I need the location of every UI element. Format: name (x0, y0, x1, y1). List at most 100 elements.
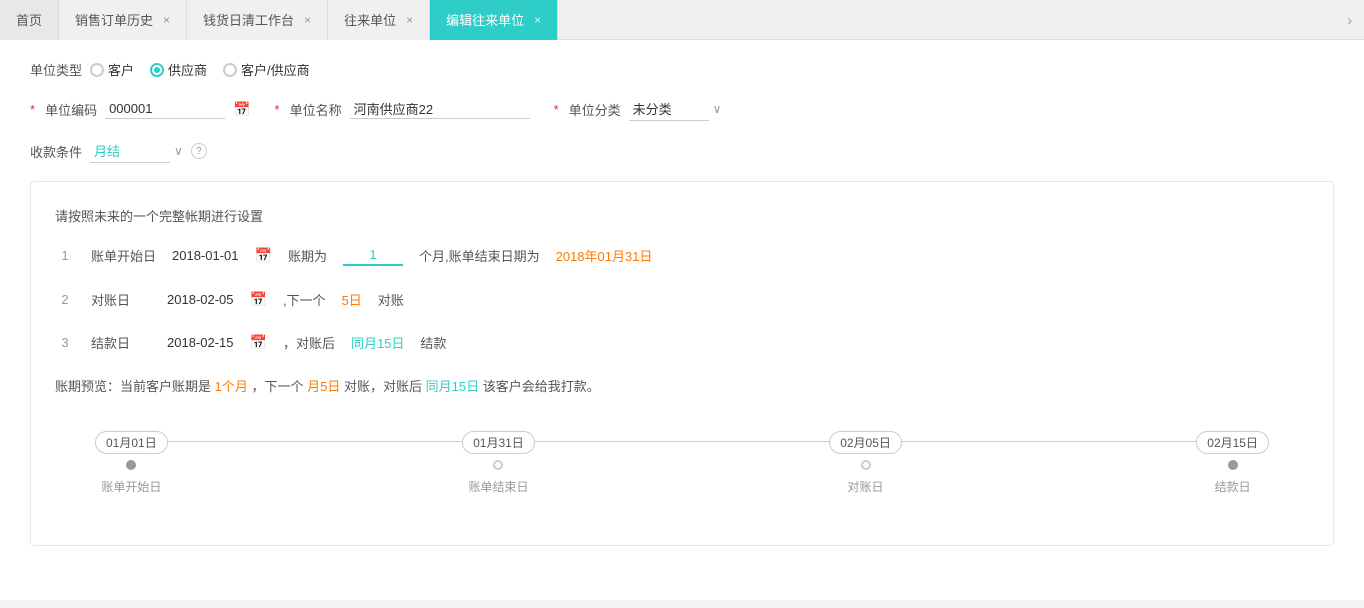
period-row-2: 2 对账日 2018-02-05 📅 ,下一个 5日 对账 (55, 290, 1309, 309)
unit-code-input[interactable] (105, 99, 225, 119)
card-instruction: 请按照未来的一个完整帐期进行设置 (55, 206, 1309, 225)
period-card: 请按照未来的一个完整帐期进行设置 1 账单开始日 2018-01-01 📅 账期… (30, 181, 1334, 546)
timeline-point-3: 02月05日 对账日 (829, 431, 902, 495)
timeline-dot-3 (861, 460, 871, 470)
required-star-cat: * (554, 102, 559, 117)
radio-customer[interactable]: 客户 (90, 60, 134, 79)
radio-group-unit-type: 客户 供应商 客户/供应商 (90, 60, 310, 79)
preview-prefix: 账期预览：当前客户账期是 (55, 379, 211, 394)
unit-name-group: * 单位名称 (275, 99, 530, 119)
tab-home[interactable]: 首页 (0, 0, 59, 40)
tab-cash-work[interactable]: 钱货日清工作台 × (187, 0, 328, 40)
timeline-dot-4 (1228, 460, 1238, 470)
timeline-point-4: 02月15日 结款日 (1196, 431, 1269, 495)
preview-highlight3: 同月15日 (426, 379, 479, 394)
period-num-3: 3 (55, 335, 75, 350)
unit-category-select[interactable]: 未分类 ∨ (629, 97, 722, 121)
radio-circle-supplier (150, 63, 164, 77)
timeline-badge-1: 01月01日 (95, 431, 168, 454)
tab-partners[interactable]: 往来单位 × (328, 0, 430, 40)
radio-circle-both (223, 63, 237, 77)
timeline-point-2: 01月31日 账单结束日 (462, 431, 535, 495)
preview-section: 账期预览：当前客户账期是 1个月 ，下一个 月5日 对账，对账后 同月15日 该… (55, 376, 1309, 395)
radio-label-customer: 客户 (108, 60, 134, 79)
calendar-icon-3[interactable]: 📅 (250, 334, 267, 351)
tab-edit-partner[interactable]: 编辑往来单位 × (430, 0, 558, 40)
help-icon[interactable]: ? (191, 143, 207, 159)
preview-mid2: 对账，对账后 (344, 379, 422, 394)
period-highlight-3: 同月15日 (351, 333, 404, 352)
chevron-down-icon: ∨ (713, 102, 722, 116)
main-content: 单位类型 客户 供应商 客户/供应商 * 单位编码 (0, 40, 1364, 600)
period-date-1: 2018-01-01 (172, 248, 239, 263)
period-label-1: 账单开始日 (91, 246, 156, 265)
unit-category-group: * 单位分类 未分类 ∨ (554, 97, 722, 121)
period-desc-2b: 对账 (378, 290, 404, 309)
tab-scroll-arrow[interactable]: › (1335, 0, 1364, 40)
period-desc-2a: ,下一个 (283, 290, 326, 309)
period-date-3: 2018-02-15 (167, 335, 234, 350)
radio-label-supplier: 供应商 (168, 60, 207, 79)
payment-terms-select[interactable]: 月结 ∨ (90, 139, 183, 163)
period-date-2: 2018-02-05 (167, 292, 234, 307)
calendar-icon-2[interactable]: 📅 (250, 291, 267, 308)
period-label-3: 结款日 (91, 333, 151, 352)
unit-code-group: * 单位编码 📅 (30, 99, 251, 119)
payment-terms-group: 收款条件 月结 ∨ ? (30, 139, 207, 163)
preview-highlight1: 1个月 (215, 379, 248, 394)
unit-code-label: 单位编码 (45, 100, 97, 119)
required-star-name: * (275, 102, 280, 117)
unit-category-label: 单位分类 (569, 100, 621, 119)
timeline: 01月01日 账单开始日 01月31日 账单结束日 02月05日 对账日 02月… (55, 411, 1309, 525)
period-desc-3a: ，对账后 (283, 333, 335, 352)
timeline-label-4: 结款日 (1215, 478, 1251, 495)
period-end-date: 2018年01月31日 (556, 246, 653, 265)
period-num-1: 1 (55, 248, 75, 263)
timeline-points: 01月01日 账单开始日 01月31日 账单结束日 02月05日 对账日 02月… (95, 431, 1269, 495)
unit-name-label: 单位名称 (290, 100, 342, 119)
period-desc-3b: 结款 (420, 333, 446, 352)
timeline-point-1: 01月01日 账单开始日 (95, 431, 168, 495)
period-num-2: 2 (55, 292, 75, 307)
unit-type-label: 单位类型 (30, 60, 82, 79)
close-tab-cash-work[interactable]: × (304, 13, 311, 27)
period-desc-1b: 个月,账单结束日期为 (419, 246, 540, 265)
payment-terms-value: 月结 (90, 139, 170, 163)
period-highlight-2: 5日 (342, 290, 362, 309)
payment-terms-row: 收款条件 月结 ∨ ? (30, 139, 1334, 163)
required-star-code: * (30, 102, 35, 117)
unit-type-row: 单位类型 客户 供应商 客户/供应商 (30, 60, 1334, 79)
chevron-down-icon-payment: ∨ (174, 144, 183, 158)
timeline-badge-4: 02月15日 (1196, 431, 1269, 454)
period-row-3: 3 结款日 2018-02-15 📅 ，对账后 同月15日 结款 (55, 333, 1309, 352)
timeline-label-3: 对账日 (848, 478, 884, 495)
payment-terms-label: 收款条件 (30, 142, 82, 161)
period-label-2: 对账日 (91, 290, 151, 309)
preview-suffix: 该客户会给我打款。 (483, 379, 600, 394)
period-row-1: 1 账单开始日 2018-01-01 📅 账期为 个月,账单结束日期为 2018… (55, 245, 1309, 266)
close-tab-partners[interactable]: × (406, 13, 413, 27)
period-desc-1a: 账期为 (288, 246, 327, 265)
unit-type-group: 单位类型 客户 供应商 客户/供应商 (30, 60, 310, 79)
month-input[interactable] (343, 245, 403, 266)
copy-icon[interactable]: 📅 (233, 101, 250, 118)
timeline-badge-2: 01月31日 (462, 431, 535, 454)
unit-info-row: * 单位编码 📅 * 单位名称 * 单位分类 未分类 ∨ (30, 97, 1334, 121)
timeline-badge-3: 02月05日 (829, 431, 902, 454)
timeline-dot-1 (126, 460, 136, 470)
tab-sales-history[interactable]: 销售订单历史 × (59, 0, 187, 40)
close-tab-sales-history[interactable]: × (163, 13, 170, 27)
radio-both[interactable]: 客户/供应商 (223, 60, 310, 79)
radio-supplier[interactable]: 供应商 (150, 60, 207, 79)
timeline-label-2: 账单结束日 (468, 478, 528, 495)
timeline-label-1: 账单开始日 (101, 478, 161, 495)
unit-name-input[interactable] (350, 99, 530, 119)
tab-bar: 首页 销售订单历史 × 钱货日清工作台 × 往来单位 × 编辑往来单位 × › (0, 0, 1364, 40)
unit-category-value: 未分类 (629, 97, 709, 121)
radio-label-both: 客户/供应商 (241, 60, 310, 79)
timeline-dot-2 (493, 460, 503, 470)
radio-circle-customer (90, 63, 104, 77)
close-tab-edit-partner[interactable]: × (534, 13, 541, 27)
preview-highlight2: 月5日 (307, 379, 340, 394)
calendar-icon-1[interactable]: 📅 (255, 247, 272, 264)
